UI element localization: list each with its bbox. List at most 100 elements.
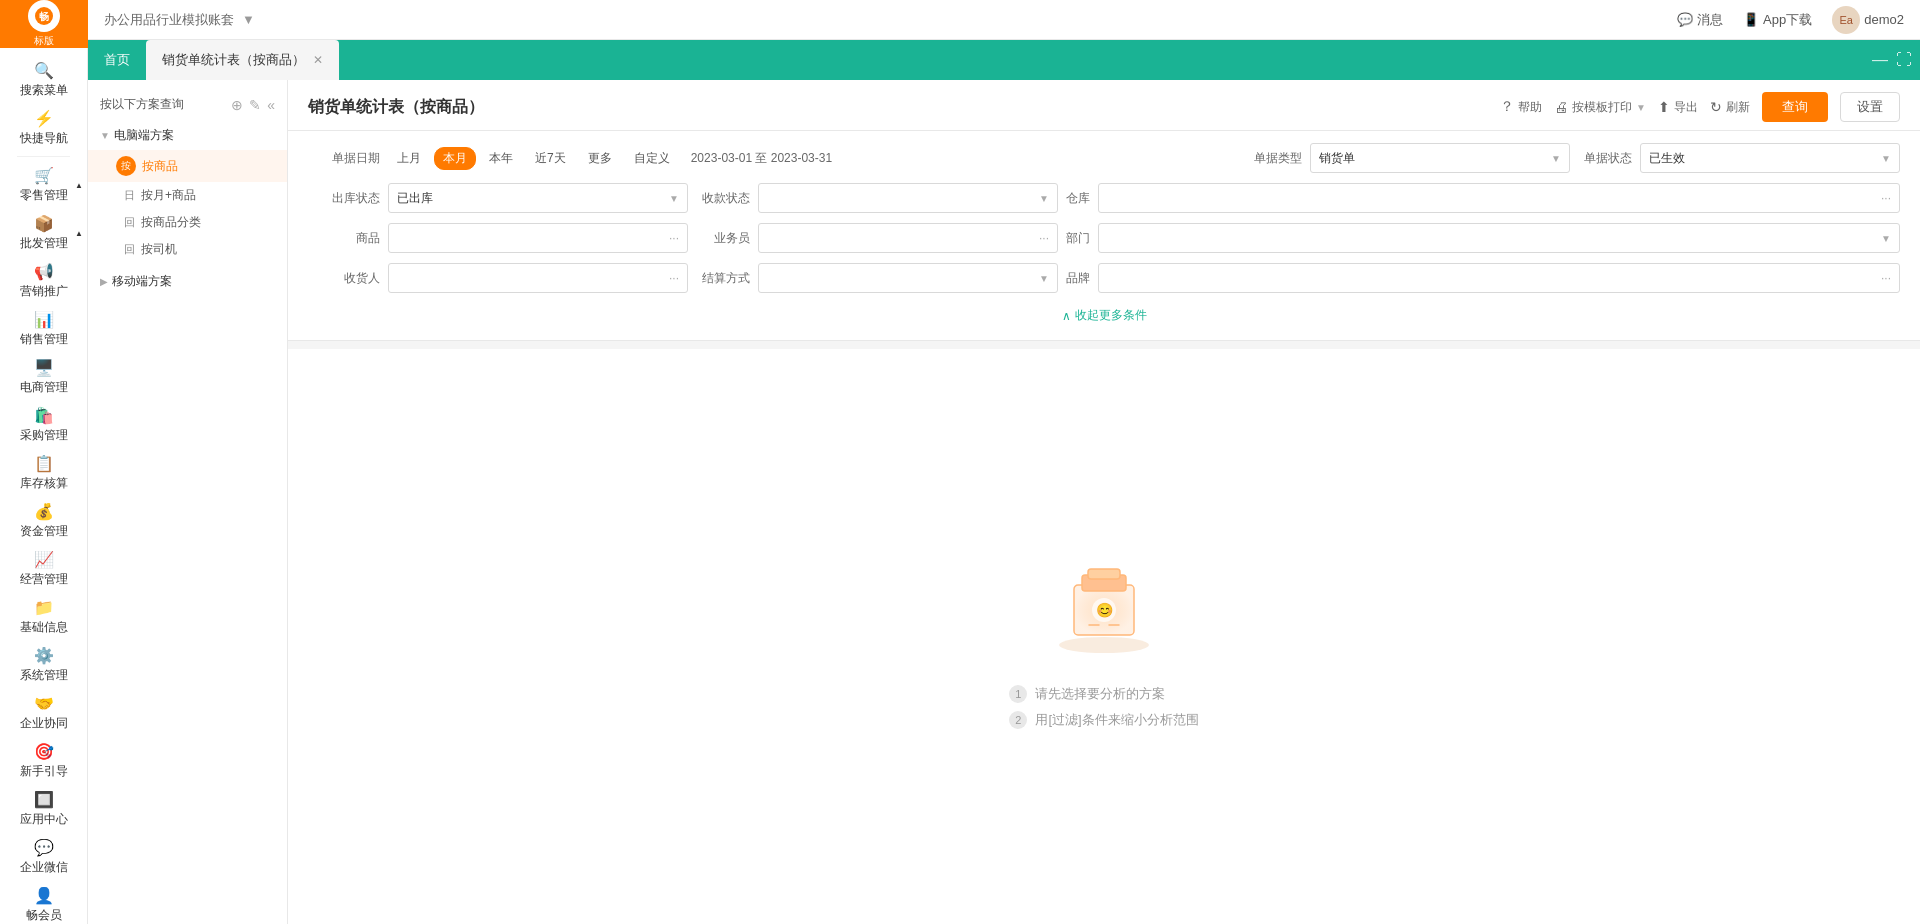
divider bbox=[17, 156, 69, 157]
sidebar-logo: 畅 标版 bbox=[0, 0, 88, 48]
scheme-item-by-month-goods[interactable]: 日 按月+商品 bbox=[88, 182, 287, 209]
warehouse-name-dots[interactable]: ··· bbox=[1881, 191, 1891, 205]
hint-text-2: 用[过滤]条件来缩小分析范围 bbox=[1035, 711, 1198, 729]
svg-rect-5 bbox=[1088, 569, 1120, 579]
print-label: 按模板打印 bbox=[1572, 99, 1632, 116]
salesman-dots[interactable]: ··· bbox=[1039, 231, 1049, 245]
collapse-panel-icon[interactable]: « bbox=[267, 97, 275, 113]
sidebar-item-quicknav[interactable]: ⚡ 快捷导航 bbox=[0, 104, 87, 152]
date-tag-7days[interactable]: 近7天 bbox=[526, 147, 575, 170]
scheme-group-header-desktop[interactable]: ▼ 电脑端方案 bbox=[88, 121, 287, 150]
sidebar-item-retail[interactable]: 🛒 零售管理 ▲ bbox=[0, 161, 87, 209]
warehouse-name-select[interactable]: ··· bbox=[1098, 183, 1900, 213]
monitor-icon: 🖥️ bbox=[34, 358, 54, 377]
date-tag-custom[interactable]: 自定义 bbox=[625, 147, 679, 170]
dept-select[interactable]: ▼ bbox=[1098, 223, 1900, 253]
brand-dots[interactable]: ··· bbox=[1881, 271, 1891, 285]
sidebar-item-search[interactable]: 🔍 搜索菜单 bbox=[0, 56, 87, 104]
sidebar-item-inventory[interactable]: 📋 库存核算 bbox=[0, 449, 87, 497]
export-button[interactable]: ⬆ 导出 bbox=[1658, 99, 1698, 116]
sidebar-item-label: 企业协同 bbox=[20, 715, 68, 732]
warehouse-value: 已出库 bbox=[397, 190, 433, 207]
query-button[interactable]: 查询 bbox=[1762, 92, 1828, 122]
scheme-sub-item-label: 按商品分类 bbox=[141, 214, 201, 231]
sidebar-item-purchase[interactable]: 🛍️ 采购管理 bbox=[0, 401, 87, 449]
collapse-row[interactable]: ∧ 收起更多条件 bbox=[308, 303, 1900, 328]
sidebar-item-label: 营销推广 bbox=[20, 283, 68, 300]
tab-close-icon[interactable]: ✕ bbox=[313, 53, 323, 67]
date-tag-this-year[interactable]: 本年 bbox=[480, 147, 522, 170]
sidebar-item-member[interactable]: 👤 畅会员 bbox=[0, 881, 87, 924]
sidebar-item-operations[interactable]: 📈 经营管理 bbox=[0, 545, 87, 593]
receipt-status-select[interactable]: ▼ bbox=[758, 183, 1058, 213]
empty-illustration: 😊 bbox=[1044, 545, 1164, 665]
sidebar-item-sales[interactable]: 📊 销售管理 bbox=[0, 305, 87, 353]
receiver-dots[interactable]: ··· bbox=[669, 271, 679, 285]
username: demo2 bbox=[1864, 12, 1904, 27]
message-button[interactable]: 💬 消息 bbox=[1677, 11, 1723, 29]
scheme-item-by-category[interactable]: 回 按商品分类 bbox=[88, 209, 287, 236]
edit-scheme-icon[interactable]: ✎ bbox=[249, 97, 261, 113]
page-title: 销货单统计表（按商品） bbox=[308, 97, 484, 118]
sidebar-item-system[interactable]: ⚙️ 系统管理 bbox=[0, 641, 87, 689]
left-panel-icons: ⊕ ✎ « bbox=[231, 97, 275, 113]
tab-home[interactable]: 首页 bbox=[88, 40, 146, 80]
sidebar-item-collab[interactable]: 🤝 企业协同 bbox=[0, 689, 87, 737]
print-button[interactable]: 🖨 按模板打印 ▼ bbox=[1554, 99, 1646, 116]
sidebar-item-label: 企业微信 bbox=[20, 859, 68, 876]
tab-minimize-icon[interactable]: — bbox=[1872, 51, 1888, 69]
scheme-item-by-driver[interactable]: 回 按司机 bbox=[88, 236, 287, 263]
scheme-item-label: 按商品 bbox=[142, 158, 178, 175]
settings-button[interactable]: 设置 bbox=[1840, 92, 1900, 122]
sidebar-item-guide[interactable]: 🎯 新手引导 bbox=[0, 737, 87, 785]
group-expand-icon: ▶ bbox=[100, 276, 108, 287]
help-button[interactable]: ？ 帮助 bbox=[1500, 98, 1542, 116]
sidebar-item-label: 系统管理 bbox=[20, 667, 68, 684]
date-tag-this-month[interactable]: 本月 bbox=[434, 147, 476, 170]
export-label: 导出 bbox=[1674, 99, 1698, 116]
print-dropdown-icon[interactable]: ▼ bbox=[1636, 102, 1646, 113]
settlement-select[interactable]: ▼ bbox=[758, 263, 1058, 293]
doc-status-select[interactable]: 已生效 ▼ bbox=[1640, 143, 1900, 173]
doc-type-select[interactable]: 销货单 ▼ bbox=[1310, 143, 1570, 173]
avatar: Ea bbox=[1832, 6, 1860, 34]
sidebar-item-finance[interactable]: 💰 资金管理 bbox=[0, 497, 87, 545]
sidebar-item-marketing[interactable]: 📢 营销推广 bbox=[0, 257, 87, 305]
goods-select[interactable]: ··· bbox=[388, 223, 688, 253]
breadcrumb-dropdown-icon[interactable]: ▼ bbox=[242, 12, 255, 27]
sidebar-item-label: 销售管理 bbox=[20, 331, 68, 348]
sidebar-item-basicinfo[interactable]: 📁 基础信息 bbox=[0, 593, 87, 641]
tab-sales-report[interactable]: 销货单统计表（按商品） ✕ bbox=[146, 40, 339, 80]
brand-select[interactable]: ··· bbox=[1098, 263, 1900, 293]
hint-item-2: 2 用[过滤]条件来缩小分析范围 bbox=[1009, 711, 1198, 729]
scheme-group-header-mobile[interactable]: ▶ 移动端方案 bbox=[88, 267, 287, 296]
date-tag-more[interactable]: 更多 bbox=[579, 147, 621, 170]
date-tag-last-month[interactable]: 上月 bbox=[388, 147, 430, 170]
page-title-bar: 销货单统计表（按商品） ？ 帮助 🖨 按模板打印 ▼ ⬆ 导出 bbox=[288, 80, 1920, 131]
sidebar-item-apps[interactable]: 🔲 应用中心 bbox=[0, 785, 87, 833]
warehouse-select[interactable]: 已出库 ▼ bbox=[388, 183, 688, 213]
user-profile[interactable]: Ea demo2 bbox=[1832, 6, 1904, 34]
sidebar-item-label: 应用中心 bbox=[20, 811, 68, 828]
filter-row-2: 出库状态 已出库 ▼ 收款状态 ▼ 仓库 ··· bbox=[308, 183, 1900, 213]
sidebar-item-label: 经营管理 bbox=[20, 571, 68, 588]
handshake-icon: 🤝 bbox=[34, 694, 54, 713]
sidebar-item-wholesale[interactable]: 📦 批发管理 ▲ bbox=[0, 209, 87, 257]
sidebar-item-label: 采购管理 bbox=[20, 427, 68, 444]
sidebar-nav: 🔍 搜索菜单 ⚡ 快捷导航 🛒 零售管理 ▲ 📦 批发管理 ▲ 📢 营销推广 📊… bbox=[0, 48, 87, 924]
receiver-select[interactable]: ··· bbox=[388, 263, 688, 293]
download-icon: 📱 bbox=[1743, 12, 1759, 27]
add-scheme-icon[interactable]: ⊕ bbox=[231, 97, 243, 113]
salesman-select[interactable]: ··· bbox=[758, 223, 1058, 253]
goods-dots[interactable]: ··· bbox=[669, 231, 679, 245]
collapse-icon: ∧ bbox=[1062, 309, 1071, 323]
breadcrumb-title: 办公用品行业模拟账套 bbox=[104, 11, 234, 29]
sidebar-item-ecommerce[interactable]: 🖥️ 电商管理 bbox=[0, 353, 87, 401]
scheme-item-by-goods[interactable]: 按 按商品 bbox=[88, 150, 287, 182]
tab-maximize-icon[interactable]: ⛶ bbox=[1896, 51, 1912, 69]
sidebar-item-wechat-work[interactable]: 💬 企业微信 bbox=[0, 833, 87, 881]
refresh-button[interactable]: ↻ 刷新 bbox=[1710, 99, 1750, 116]
breadcrumb: 办公用品行业模拟账套 ▼ bbox=[104, 11, 255, 29]
app-download-button[interactable]: 📱 App下载 bbox=[1743, 11, 1812, 29]
print-icon: 🖨 bbox=[1554, 99, 1568, 115]
